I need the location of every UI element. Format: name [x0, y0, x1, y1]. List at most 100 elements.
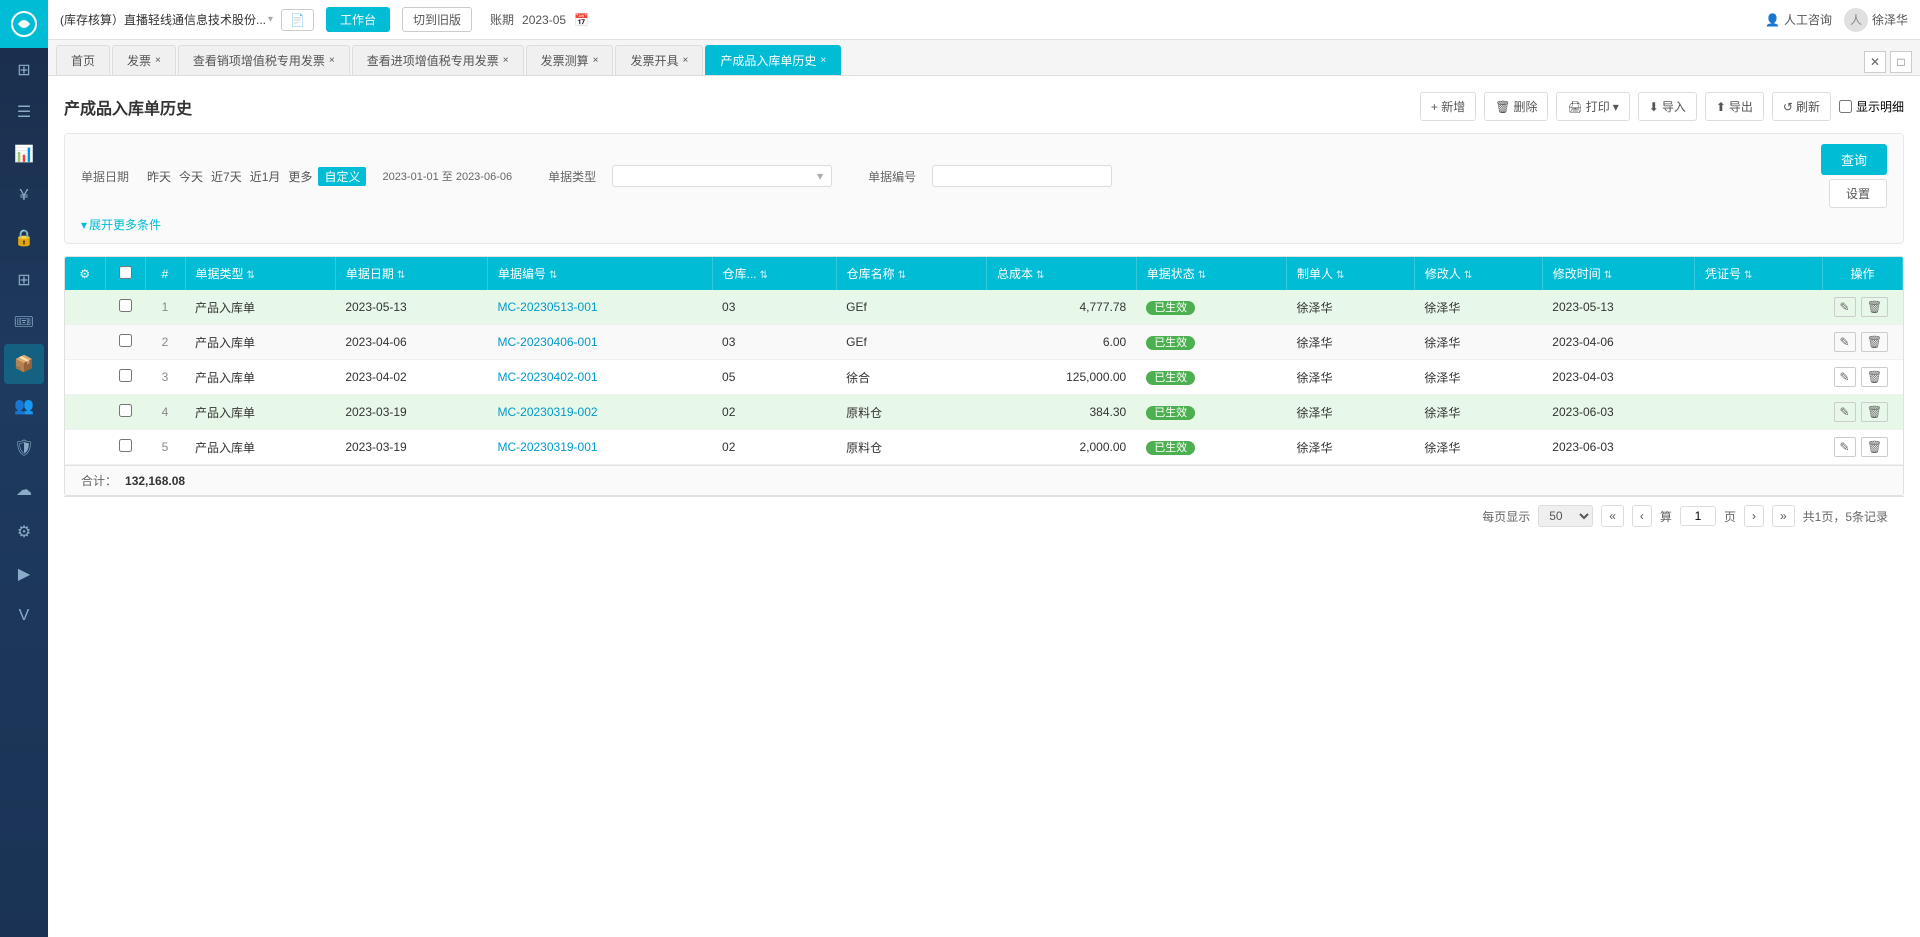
number-filter-input[interactable]	[932, 165, 1112, 187]
tab-home[interactable]: 首页	[56, 45, 110, 75]
tab-check-sales-vat[interactable]: 查看销项增值税专用发票 ×	[178, 45, 350, 75]
sidebar-item-docs[interactable]: ☰	[4, 92, 44, 132]
prev-page-btn[interactable]: ‹	[1632, 505, 1652, 527]
status-col-header[interactable]: 单据状态⇅	[1136, 257, 1286, 290]
tab-close-invoice-issue[interactable]: ×	[682, 55, 688, 66]
modifier-col-header[interactable]: 修改人⇅	[1414, 257, 1542, 290]
tab-product-inbound-history[interactable]: 产成品入库单历史 ×	[705, 45, 841, 75]
tab-invoice-calc[interactable]: 发票测算 ×	[526, 45, 614, 75]
row-number-link[interactable]: MC-20230513-001	[498, 300, 598, 314]
row-number-link[interactable]: MC-20230319-002	[498, 405, 598, 419]
page-number-input[interactable]	[1680, 506, 1716, 526]
num-col-header: #	[145, 257, 185, 290]
tab-invoice-issue[interactable]: 发票开具 ×	[615, 45, 703, 75]
settings-col-header[interactable]: ⚙	[65, 257, 105, 290]
doc-icon-btn[interactable]: 📄	[281, 9, 314, 31]
user-profile[interactable]: 人 徐泽华	[1844, 8, 1908, 32]
tab-invoice[interactable]: 发票 ×	[112, 45, 176, 75]
tab-close-invoice-calc[interactable]: ×	[593, 55, 599, 66]
sidebar-item-v-icon[interactable]: V	[4, 596, 44, 636]
print-button[interactable]: 🖨 打印 ▾	[1556, 92, 1629, 121]
sidebar-item-ticket[interactable]: 🎟	[4, 302, 44, 342]
company-selector[interactable]: (库存核算）直播轻线通信息技术股份... ▾	[60, 11, 273, 28]
switch-old-button[interactable]: 切到旧版	[402, 7, 472, 32]
delete-button[interactable]: 🗑 删除	[1484, 92, 1548, 121]
creator-col-header[interactable]: 制单人⇅	[1287, 257, 1415, 290]
warehouse-name-col-header[interactable]: 仓库名称⇅	[836, 257, 986, 290]
sidebar-item-box[interactable]: 📦	[4, 344, 44, 384]
shortcut-1month[interactable]: 近1月	[248, 167, 283, 186]
sidebar-item-lock[interactable]: 🔒	[4, 218, 44, 258]
sidebar-item-shield[interactable]: 🛡	[4, 428, 44, 468]
warehouse-code-col-header[interactable]: 仓库...⇅	[712, 257, 836, 290]
shortcut-more[interactable]: 更多	[286, 167, 314, 186]
row-delete-btn[interactable]: 🗑	[1861, 332, 1888, 352]
checkbox-col-header[interactable]	[105, 257, 145, 290]
close-all-tabs-btn[interactable]: ✕	[1864, 51, 1886, 73]
row-num: 3	[145, 360, 185, 395]
row-delete-btn[interactable]: 🗑	[1861, 297, 1888, 317]
sidebar-item-grid[interactable]: ⊞	[4, 260, 44, 300]
sidebar-item-users[interactable]: 👥	[4, 386, 44, 426]
voucher-col-header[interactable]: 凭证号⇅	[1694, 257, 1822, 290]
first-page-btn[interactable]: «	[1601, 505, 1624, 527]
row-delete-btn[interactable]: 🗑	[1861, 402, 1888, 422]
show-detail-checkbox[interactable]	[1839, 100, 1852, 113]
next-page-btn[interactable]: ›	[1744, 505, 1764, 527]
tab-close-invoice[interactable]: ×	[155, 55, 161, 66]
tab-close-check-input-vat[interactable]: ×	[503, 55, 509, 66]
row-edit-btn[interactable]: ✎	[1834, 437, 1856, 457]
row-checkbox-2[interactable]	[119, 369, 132, 382]
row-edit-btn[interactable]: ✎	[1834, 332, 1856, 352]
sidebar-item-settings[interactable]: ⚙	[4, 512, 44, 552]
shortcut-yesterday[interactable]: 昨天	[145, 167, 173, 186]
maximize-btn[interactable]: □	[1890, 51, 1912, 73]
per-page-select[interactable]: 50 100 200	[1538, 505, 1593, 527]
row-number-link[interactable]: MC-20230319-001	[498, 440, 598, 454]
workbench-button[interactable]: 工作台	[326, 7, 390, 32]
sidebar-item-chart[interactable]: 📊	[4, 134, 44, 174]
row-modify-time: 2023-04-03	[1542, 360, 1694, 395]
number-col-header[interactable]: 单据编号⇅	[488, 257, 713, 290]
sidebar-item-cloud[interactable]: ☁	[4, 470, 44, 510]
sidebar-item-media[interactable]: ▶	[4, 554, 44, 594]
shortcut-custom[interactable]: 自定义	[318, 167, 366, 186]
show-detail-toggle[interactable]: 显示明细	[1839, 98, 1904, 115]
period-selector[interactable]: 账期 2023-05 📅	[486, 11, 593, 28]
shortcut-today[interactable]: 今天	[177, 167, 205, 186]
row-checkbox-1[interactable]	[119, 334, 132, 347]
total-cost-col-header[interactable]: 总成本⇅	[987, 257, 1137, 290]
modify-time-col-header[interactable]: 修改时间⇅	[1542, 257, 1694, 290]
row-checkbox-4[interactable]	[119, 439, 132, 452]
sidebar-item-money[interactable]: ¥	[4, 176, 44, 216]
date-col-header[interactable]: 单据日期⇅	[335, 257, 487, 290]
row-number-link[interactable]: MC-20230406-001	[498, 335, 598, 349]
shortcut-7days[interactable]: 近7天	[209, 167, 244, 186]
export-button[interactable]: ⬆ 导出	[1705, 92, 1764, 121]
row-delete-btn[interactable]: 🗑	[1861, 367, 1888, 387]
select-all-checkbox[interactable]	[119, 266, 132, 279]
tab-close-product-inbound-history[interactable]: ×	[820, 55, 826, 66]
import-label: 导入	[1662, 98, 1686, 115]
row-edit-btn[interactable]: ✎	[1834, 402, 1856, 422]
row-edit-btn[interactable]: ✎	[1834, 297, 1856, 317]
new-button[interactable]: + 新增	[1420, 92, 1476, 121]
type-dropdown-icon: ▾	[817, 169, 823, 183]
expand-more-btn[interactable]: ▾ 展开更多条件	[81, 216, 1887, 233]
query-button[interactable]: 查询	[1821, 144, 1887, 175]
row-number-link[interactable]: MC-20230402-001	[498, 370, 598, 384]
row-delete-btn[interactable]: 🗑	[1861, 437, 1888, 457]
type-col-header[interactable]: 单据类型⇅	[185, 257, 335, 290]
row-checkbox-3[interactable]	[119, 404, 132, 417]
import-button[interactable]: ⬇ 导入	[1638, 92, 1697, 121]
tab-check-input-vat[interactable]: 查看进项增值税专用发票 ×	[352, 45, 524, 75]
row-edit-btn[interactable]: ✎	[1834, 367, 1856, 387]
type-select[interactable]: ▾	[612, 165, 832, 187]
last-page-btn[interactable]: »	[1772, 505, 1795, 527]
tab-close-check-sales-vat[interactable]: ×	[329, 55, 335, 66]
refresh-button[interactable]: ↺ 刷新	[1772, 92, 1831, 121]
set-button[interactable]: 设置	[1829, 179, 1887, 208]
sidebar-item-home[interactable]: ⊞	[4, 50, 44, 90]
service-btn[interactable]: 👤 人工咨询	[1765, 11, 1832, 28]
row-checkbox-0[interactable]	[119, 299, 132, 312]
